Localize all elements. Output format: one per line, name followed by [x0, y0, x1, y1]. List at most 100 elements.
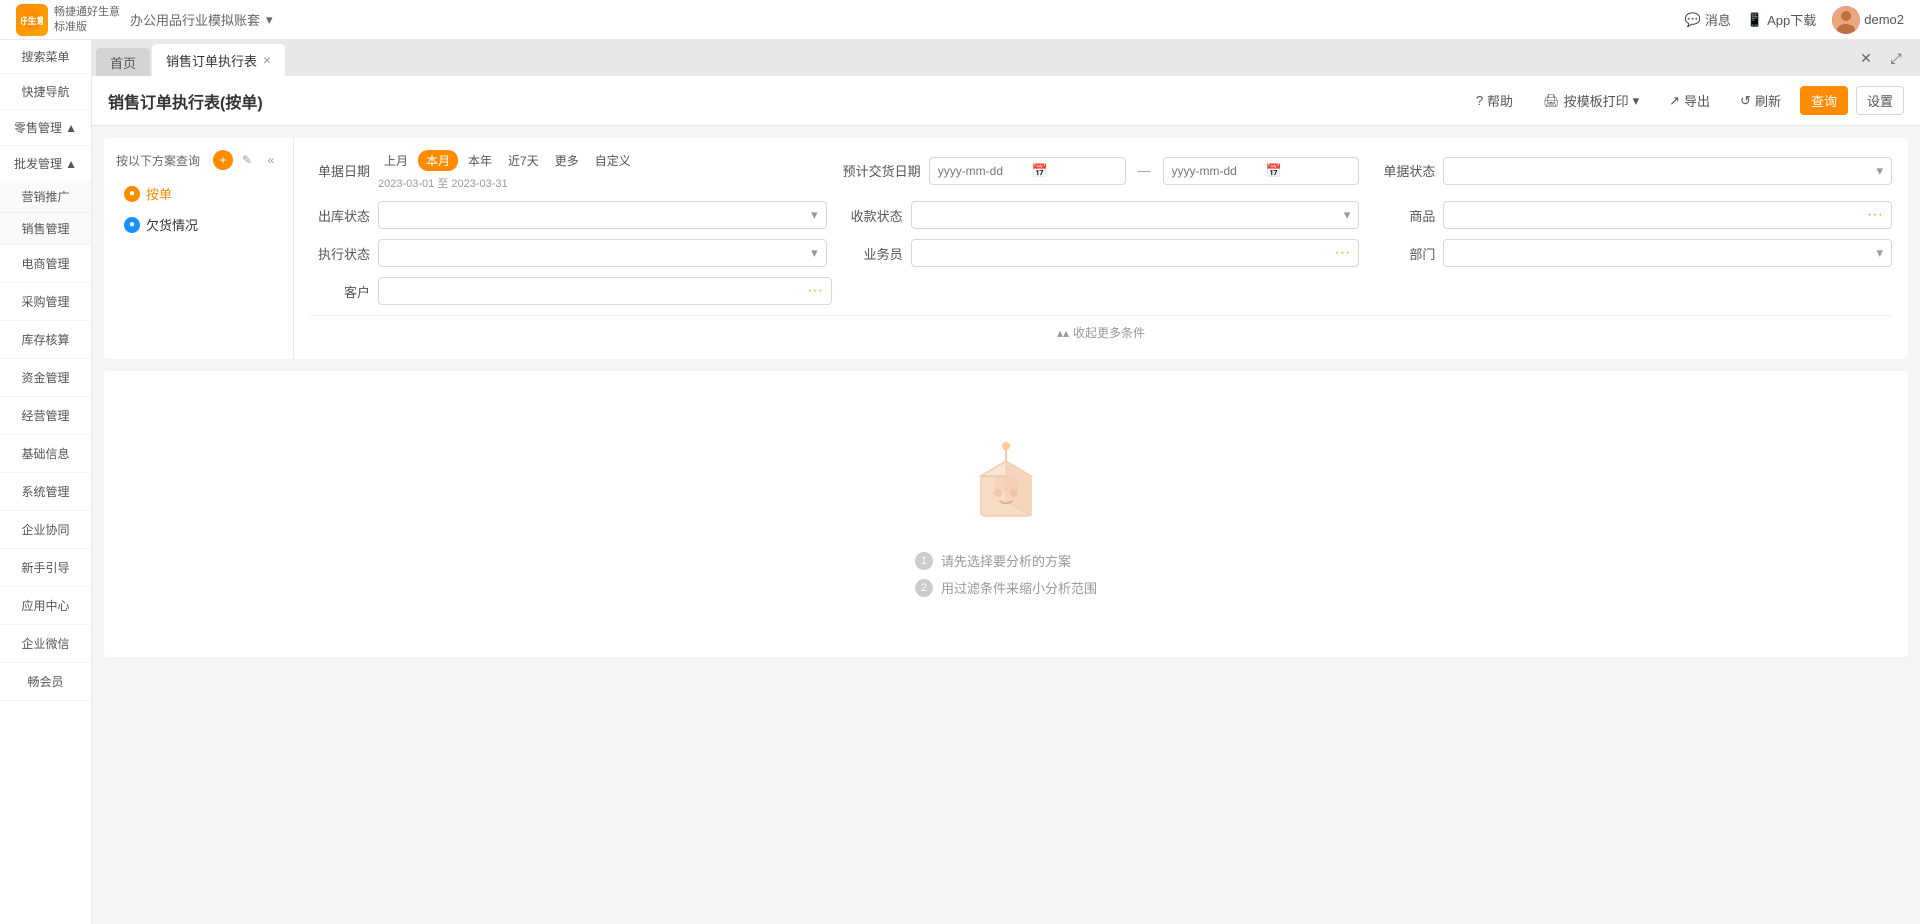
- sidebar-item-newbie[interactable]: 新手引导: [0, 549, 91, 587]
- sidebar-item-finance[interactable]: 资金管理: [0, 359, 91, 397]
- finance-label: 资金管理: [21, 369, 69, 386]
- tab-close-button[interactable]: ×: [263, 53, 271, 67]
- filter-expected-delivery: 预计交货日期 📅 — 📅: [843, 157, 1360, 185]
- scheme-edit-button[interactable]: ✎: [237, 150, 257, 170]
- step-1-number: 1: [915, 552, 933, 570]
- scheme-item-按单[interactable]: ● 按单: [116, 178, 281, 209]
- sidebar-item-purchase[interactable]: 采购管理: [0, 283, 91, 321]
- product-label: 商品: [1375, 206, 1435, 225]
- tab-close-all-button[interactable]: ✕: [1854, 46, 1878, 70]
- bill-status-select[interactable]: ▾: [1443, 157, 1892, 185]
- message-action[interactable]: 💬 消息: [1685, 10, 1731, 29]
- tab-bar-actions: ✕ ⤢: [1854, 46, 1916, 70]
- filter-row-3: 执行状态 ▾ 业务员 ···: [310, 239, 1892, 267]
- customer-select[interactable]: ···: [378, 277, 832, 305]
- query-button[interactable]: 查询: [1800, 86, 1848, 115]
- sidebar-item-wholesale[interactable]: 批发管理 ▲: [0, 146, 91, 181]
- breadcrumb[interactable]: 办公用品行业模拟账套 ▾: [130, 10, 273, 29]
- filter-inner: 按以下方案查询 + ✎ «: [104, 138, 1908, 359]
- scheme-add-button[interactable]: +: [213, 150, 233, 170]
- sidebar-item-quick-nav[interactable]: 快捷导航: [0, 74, 91, 109]
- template-print-label: 按模板打印: [1564, 91, 1629, 110]
- collapse-button[interactable]: ▴▴ 收起更多条件: [1045, 322, 1157, 343]
- sidebar-item-retail[interactable]: 零售管理 ▲: [0, 110, 91, 145]
- sidebar-item-operations[interactable]: 经营管理: [0, 397, 91, 435]
- sidebar-item-marketing[interactable]: 营销推广: [0, 181, 91, 213]
- product-select[interactable]: ···: [1443, 201, 1892, 229]
- execution-status-select[interactable]: ▾: [378, 239, 827, 267]
- tab-expand-button[interactable]: ⤢: [1884, 46, 1908, 70]
- department-select[interactable]: ▾: [1443, 239, 1892, 267]
- sidebar-item-sales[interactable]: 销售管理: [0, 213, 91, 244]
- delivery-status-select[interactable]: ▾: [378, 201, 827, 229]
- salesperson-select[interactable]: ···: [911, 239, 1360, 267]
- date-tab-this-month[interactable]: 本月: [418, 150, 458, 171]
- inventory-label: 库存核算: [21, 331, 69, 348]
- export-label: 导出: [1684, 91, 1710, 110]
- sidebar-quick-nav: 快捷导航: [0, 74, 91, 110]
- sidebar: 搜索菜单 快捷导航 零售管理 ▲ 批发管理 ▲ 营销推广 销售管理: [0, 40, 92, 924]
- sidebar-search-menu[interactable]: 搜索菜单: [0, 40, 91, 74]
- date-tab-more[interactable]: 更多: [549, 150, 585, 171]
- wholesale-sub-items: 营销推广 销售管理: [0, 181, 91, 244]
- help-icon: ?: [1476, 93, 1483, 108]
- export-button[interactable]: ↗ 导出: [1658, 86, 1721, 115]
- member-label: 畅会员: [27, 673, 63, 690]
- user-action[interactable]: demo2: [1832, 6, 1904, 34]
- expected-delivery-start-input[interactable]: [938, 164, 1028, 178]
- date-hint: 2023-03-01 至 2023-03-31: [378, 175, 827, 191]
- salesperson-label: 业务员: [843, 244, 903, 263]
- delivery-status-label: 出库状态: [310, 206, 370, 225]
- date-tab-7days[interactable]: 近7天: [502, 150, 545, 171]
- sidebar-item-enterprise[interactable]: 企业协同: [0, 511, 91, 549]
- customer-label: 客户: [310, 282, 370, 301]
- tab-home[interactable]: 首页: [96, 48, 150, 76]
- base-label: 基础信息: [21, 445, 69, 462]
- header-left: 好生意 畅捷通好生意 标准版 办公用品行业模拟账套 ▾: [16, 4, 273, 36]
- expected-delivery-end[interactable]: 📅: [1163, 157, 1360, 185]
- delivery-chevron-icon: ▾: [811, 207, 818, 223]
- payment-status-select[interactable]: ▾: [911, 201, 1360, 229]
- logo-area: 好生意 畅捷通好生意 标准版: [16, 4, 120, 36]
- content-area: 首页 销售订单执行表 × ✕ ⤢ 销售订单执行表(按单) ? 帮助: [92, 40, 1920, 924]
- sidebar-item-ecommerce[interactable]: 电商管理: [0, 245, 91, 283]
- app-download-action[interactable]: 📱 App下载: [1747, 10, 1816, 29]
- sidebar-item-base[interactable]: 基础信息: [0, 435, 91, 473]
- execution-status-label: 执行状态: [310, 244, 370, 263]
- sidebar-item-inventory[interactable]: 库存核算: [0, 321, 91, 359]
- empty-steps: 1 请先选择要分析的方案 2 用过滤条件来缩小分析范围: [915, 551, 1097, 597]
- wholesale-label: 批发管理: [14, 155, 62, 172]
- scheme-item-欠货情况[interactable]: ● 欠货情况: [116, 209, 281, 240]
- logo-text: 畅捷通好生意 标准版: [54, 5, 120, 34]
- template-print-button[interactable]: 🖨 按模板打印 ▾: [1532, 86, 1650, 115]
- filter-delivery-status: 出库状态 ▾: [310, 201, 827, 229]
- filter-bill-status: 单据状态 ▾: [1375, 157, 1892, 185]
- message-label: 消息: [1705, 10, 1731, 29]
- sub-content: 按以下方案查询 + ✎ «: [92, 126, 1920, 924]
- refresh-button[interactable]: ↺ 刷新: [1729, 86, 1792, 115]
- date-tab-custom[interactable]: 自定义: [589, 150, 637, 171]
- filter-department: 部门 ▾: [1375, 239, 1892, 267]
- app-icon: 📱: [1747, 12, 1763, 28]
- sidebar-item-member[interactable]: 畅会员: [0, 663, 91, 701]
- settings-label: 设置: [1867, 91, 1893, 110]
- scheme-collapse-button[interactable]: «: [261, 150, 281, 170]
- expected-delivery-end-input[interactable]: [1172, 164, 1262, 178]
- header-right: 💬 消息 📱 App下载 demo2: [1685, 6, 1904, 34]
- date-tab-last-month[interactable]: 上月: [378, 150, 414, 171]
- collapse-chevron-icon: ▴▴: [1057, 326, 1069, 340]
- tab-sales-order[interactable]: 销售订单执行表 ×: [152, 44, 285, 76]
- date-tab-this-year[interactable]: 本年: [462, 150, 498, 171]
- scheme-icons: + ✎ «: [213, 150, 281, 170]
- settings-button[interactable]: 设置: [1856, 86, 1904, 115]
- expected-delivery-start[interactable]: 📅: [929, 157, 1126, 185]
- sidebar-item-apps[interactable]: 应用中心: [0, 587, 91, 625]
- sidebar-item-system[interactable]: 系统管理: [0, 473, 91, 511]
- empty-step-1: 1 请先选择要分析的方案: [915, 551, 1097, 570]
- retail-label: 零售管理: [14, 119, 62, 136]
- query-label: 查询: [1811, 91, 1837, 110]
- filter-row-1: 单据日期 上月 本月 本年 近7天 更多 自定义: [310, 150, 1892, 191]
- sidebar-item-wechat[interactable]: 企业微信: [0, 625, 91, 663]
- help-button[interactable]: ? 帮助: [1465, 86, 1524, 115]
- empty-state: 1 请先选择要分析的方案 2 用过滤条件来缩小分析范围: [104, 371, 1908, 657]
